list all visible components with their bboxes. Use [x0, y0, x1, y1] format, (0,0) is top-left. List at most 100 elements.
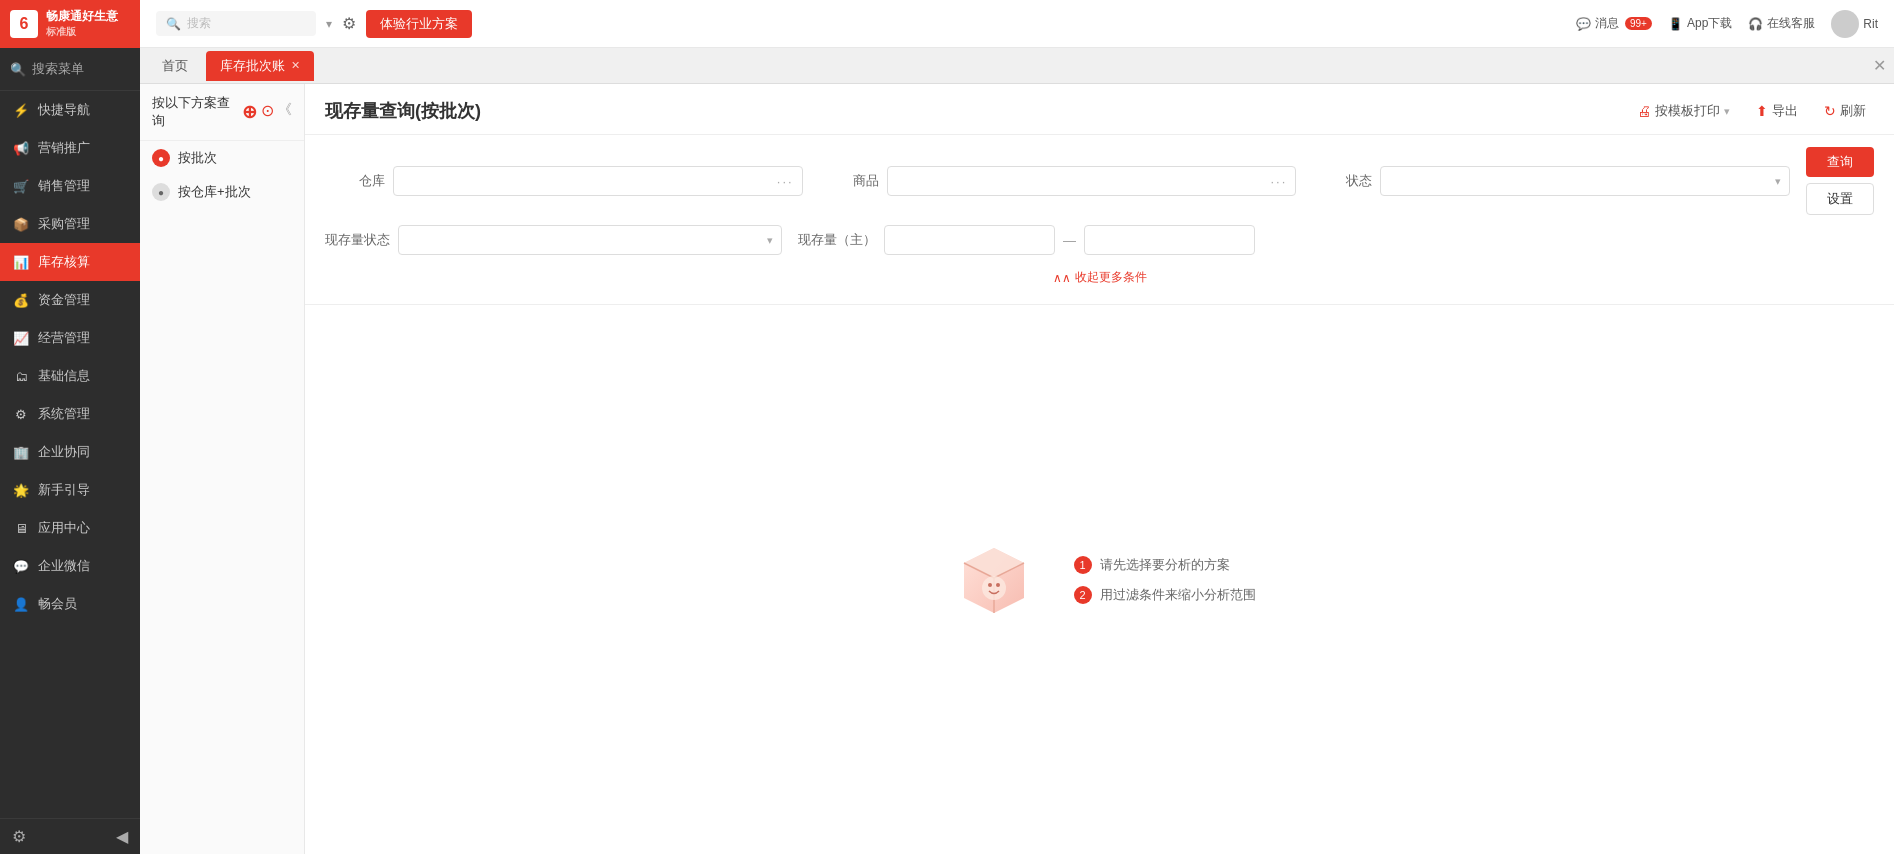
- tab-close-right[interactable]: ✕: [1873, 56, 1886, 75]
- sidebar-item-quick-nav[interactable]: ⚡ 快捷导航: [0, 91, 140, 129]
- app-info: 畅康通好生意 标准版: [46, 9, 118, 39]
- hint-text-1: 请先选择要分析的方案: [1100, 556, 1230, 574]
- stock-qty-from[interactable]: [884, 225, 1055, 255]
- wechat-icon: 💬: [12, 557, 30, 575]
- warehouse-label: 仓库: [325, 172, 385, 190]
- refresh-icon: ↻: [1824, 103, 1836, 119]
- filter-stock-status: 现存量状态 ▾: [325, 225, 782, 255]
- scheme-item-by-batch[interactable]: ● 按批次: [140, 141, 304, 175]
- topbar-settings-icon[interactable]: ⚙: [342, 14, 356, 33]
- sidebar-item-system[interactable]: ⚙ 系统管理: [0, 395, 140, 433]
- tab-home-label: 首页: [162, 57, 188, 75]
- sidebar-item-member[interactable]: 👤 畅会员: [0, 585, 140, 623]
- scheme-item-by-warehouse-batch[interactable]: ● 按仓库+批次: [140, 175, 304, 209]
- sidebar-label-system: 系统管理: [38, 405, 90, 423]
- marketing-icon: 📢: [12, 139, 30, 157]
- sidebar-label-newguide: 新手引导: [38, 481, 90, 499]
- topbar-dropdown-arrow[interactable]: ▾: [326, 17, 332, 31]
- page-header: 现存量查询(按批次) 🖨 按模板打印 ▾ ⬆ 导出 ↻ 刷新: [305, 84, 1894, 135]
- left-panel-title: 按以下方案查询: [152, 94, 236, 130]
- page-header-actions: 🖨 按模板打印 ▾ ⬆ 导出 ↻ 刷新: [1629, 98, 1874, 124]
- quick-nav-icon: ⚡: [12, 101, 30, 119]
- tab-inventory-batch-label: 库存批次账: [220, 57, 285, 75]
- app-download-label: App下载: [1687, 15, 1732, 32]
- user-area[interactable]: Rit: [1831, 10, 1878, 38]
- sidebar-item-finance[interactable]: 💰 资金管理: [0, 281, 140, 319]
- warehouse-input[interactable]: ···: [393, 166, 803, 196]
- filter-status: 状态 ▾: [1312, 166, 1790, 196]
- sidebar-item-sales[interactable]: 🛒 销售管理: [0, 167, 140, 205]
- sidebar-collapse-icon[interactable]: ◀: [116, 827, 128, 846]
- collapse-label: 收起更多条件: [1075, 269, 1147, 286]
- sidebar-item-wechat[interactable]: 💬 企业微信: [0, 547, 140, 585]
- trial-btn[interactable]: 体验行业方案: [366, 10, 472, 38]
- status-select[interactable]: ▾: [1380, 166, 1790, 196]
- filter-goods: 商品 ···: [819, 166, 1297, 196]
- topbar: 🔍 搜索 ▾ ⚙ 体验行业方案 💬 消息 99+ 📱 App下载 🎧 在线客服 …: [140, 0, 1894, 48]
- sidebar-label-purchase: 采购管理: [38, 215, 90, 233]
- stock-status-arrow: ▾: [767, 234, 773, 247]
- collapse-left-panel-btn[interactable]: 《: [278, 101, 292, 123]
- sidebar-item-purchase[interactable]: 📦 采购管理: [0, 205, 140, 243]
- sidebar-label-member: 畅会员: [38, 595, 77, 613]
- sidebar-label-operations: 经营管理: [38, 329, 90, 347]
- export-btn[interactable]: ⬆ 导出: [1748, 98, 1806, 124]
- member-icon: 👤: [12, 595, 30, 613]
- left-panel: 按以下方案查询 ⊕ ⊙ 《 ● 按批次 ● 按仓库+批次: [140, 84, 305, 854]
- enterprise-icon: 🏢: [12, 443, 30, 461]
- goods-dots-btn[interactable]: ···: [1271, 174, 1288, 189]
- stock-qty-to[interactable]: [1084, 225, 1255, 255]
- tab-inventory-batch[interactable]: 库存批次账 ✕: [206, 51, 314, 81]
- online-service-btn[interactable]: 🎧 在线客服: [1748, 15, 1815, 32]
- sidebar-item-operations[interactable]: 📈 经营管理: [0, 319, 140, 357]
- add-scheme-btn[interactable]: ⊕: [242, 101, 257, 123]
- search-menu-btn[interactable]: 🔍 搜索菜单: [10, 56, 130, 82]
- topbar-search-box[interactable]: 🔍 搜索: [156, 11, 316, 36]
- empty-hint-2: 2 用过滤条件来缩小分析范围: [1074, 586, 1256, 604]
- query-btn[interactable]: 查询: [1806, 147, 1874, 177]
- empty-icon-container: [944, 528, 1044, 631]
- filter-row-1: 仓库 ··· 商品 ···: [325, 147, 1874, 215]
- app-edition: 标准版: [46, 25, 118, 39]
- stock-qty-dash: —: [1063, 233, 1076, 248]
- collapse-up-icon: ∧∧: [1053, 271, 1071, 285]
- sidebar-item-apps[interactable]: 🖥 应用中心: [0, 509, 140, 547]
- topbar-right: 💬 消息 99+ 📱 App下载 🎧 在线客服 Rit: [1576, 10, 1878, 38]
- sidebar-search-area[interactable]: 🔍 搜索菜单: [0, 48, 140, 91]
- print-template-btn[interactable]: 🖨 按模板打印 ▾: [1629, 98, 1738, 124]
- settings-btn[interactable]: 设置: [1806, 183, 1874, 215]
- tab-close-btn[interactable]: ✕: [291, 59, 300, 72]
- export-label: 导出: [1772, 102, 1798, 120]
- sidebar-item-marketing[interactable]: 📢 营销推广: [0, 129, 140, 167]
- left-panel-header: 按以下方案查询 ⊕ ⊙ 《: [140, 84, 304, 141]
- svg-point-6: [988, 583, 992, 587]
- tab-home[interactable]: 首页: [148, 51, 202, 81]
- svg-point-7: [996, 583, 1000, 587]
- sidebar-label-quick-nav: 快捷导航: [38, 101, 90, 119]
- collapse-btn[interactable]: ∧∧ 收起更多条件: [325, 263, 1874, 292]
- refresh-btn[interactable]: ↻ 刷新: [1816, 98, 1874, 124]
- search-menu-label: 搜索菜单: [32, 60, 84, 78]
- messages-btn[interactable]: 💬 消息 99+: [1576, 15, 1652, 32]
- stock-qty-label: 现存量（主）: [798, 231, 876, 249]
- print-dropdown-arrow[interactable]: ▾: [1724, 105, 1730, 118]
- app-logo: 6: [10, 10, 38, 38]
- collapse-area: ∧∧ 收起更多条件: [325, 263, 1874, 292]
- print-icon: 🖨: [1637, 103, 1651, 119]
- warehouse-dots-btn[interactable]: ···: [777, 174, 794, 189]
- tabbar: 首页 库存批次账 ✕ ✕: [140, 48, 1894, 84]
- sidebar-header: 6 畅康通好生意 标准版: [0, 0, 140, 48]
- scheme-settings-btn[interactable]: ⊙: [261, 101, 274, 123]
- sidebar-item-enterprise[interactable]: 🏢 企业协同: [0, 433, 140, 471]
- sidebar-label-sales: 销售管理: [38, 177, 90, 195]
- stock-status-select[interactable]: ▾: [398, 225, 782, 255]
- sidebar-item-inventory[interactable]: 📊 库存核算: [0, 243, 140, 281]
- sidebar-item-basic[interactable]: 🗂 基础信息: [0, 357, 140, 395]
- topbar-search-text: 搜索: [187, 15, 211, 32]
- app-download-btn[interactable]: 📱 App下载: [1668, 15, 1732, 32]
- sidebar-item-newguide[interactable]: 🌟 新手引导: [0, 471, 140, 509]
- sidebar-settings-icon[interactable]: ⚙: [12, 827, 26, 846]
- app-download-icon: 📱: [1668, 17, 1683, 31]
- user-avatar: [1831, 10, 1859, 38]
- goods-input[interactable]: ···: [887, 166, 1297, 196]
